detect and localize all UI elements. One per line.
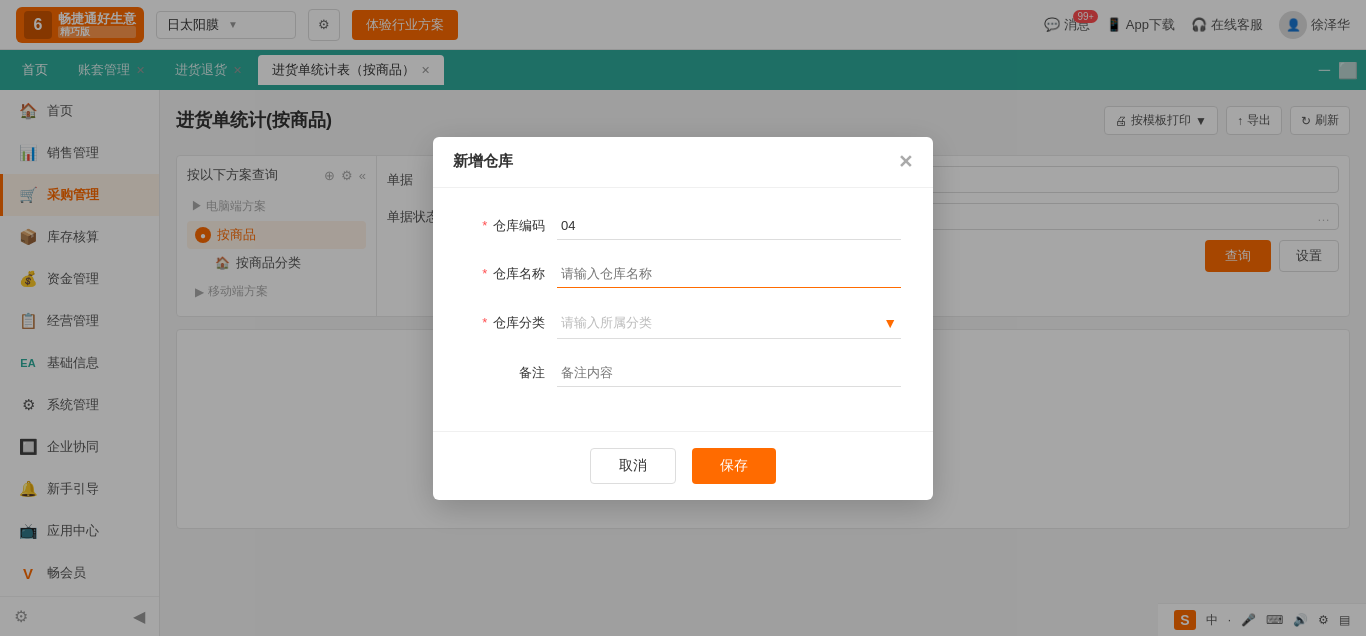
category-placeholder: 请输入所属分类 — [561, 314, 652, 332]
form-label-code: * 仓库编码 — [465, 217, 545, 235]
input-remark[interactable] — [557, 359, 901, 387]
form-row-category: * 仓库分类 请输入所属分类 ▼ — [465, 308, 901, 339]
modal-header: 新增仓库 ✕ — [433, 137, 933, 188]
form-row-code: * 仓库编码 — [465, 212, 901, 240]
label-remark-text: 备注 — [519, 365, 545, 380]
label-name-text: 仓库名称 — [493, 266, 545, 281]
modal-overlay[interactable]: 新增仓库 ✕ * 仓库编码 * 仓库名称 — [0, 0, 1366, 636]
modal-body: * 仓库编码 * 仓库名称 * 仓库分类 请输入所属 — [433, 188, 933, 431]
label-category-text: 仓库分类 — [493, 315, 545, 330]
form-row-remark: 备注 — [465, 359, 901, 387]
form-label-category: * 仓库分类 — [465, 314, 545, 332]
required-star-code: * — [482, 218, 487, 233]
modal-footer: 取消 保存 — [433, 431, 933, 500]
form-label-name: * 仓库名称 — [465, 265, 545, 283]
select-warehouse-category[interactable]: 请输入所属分类 ▼ — [557, 308, 901, 339]
required-star-name: * — [482, 266, 487, 281]
modal-new-warehouse: 新增仓库 ✕ * 仓库编码 * 仓库名称 — [433, 137, 933, 500]
form-row-name: * 仓库名称 — [465, 260, 901, 288]
modal-close-button[interactable]: ✕ — [898, 151, 913, 173]
label-code-text: 仓库编码 — [493, 218, 545, 233]
required-star-category: * — [482, 315, 487, 330]
form-label-remark: 备注 — [465, 364, 545, 382]
modal-title: 新增仓库 — [453, 152, 513, 171]
category-arrow: ▼ — [883, 315, 897, 331]
input-warehouse-name[interactable] — [557, 260, 901, 288]
save-button[interactable]: 保存 — [692, 448, 776, 484]
cancel-button[interactable]: 取消 — [590, 448, 676, 484]
input-warehouse-code[interactable] — [557, 212, 901, 240]
